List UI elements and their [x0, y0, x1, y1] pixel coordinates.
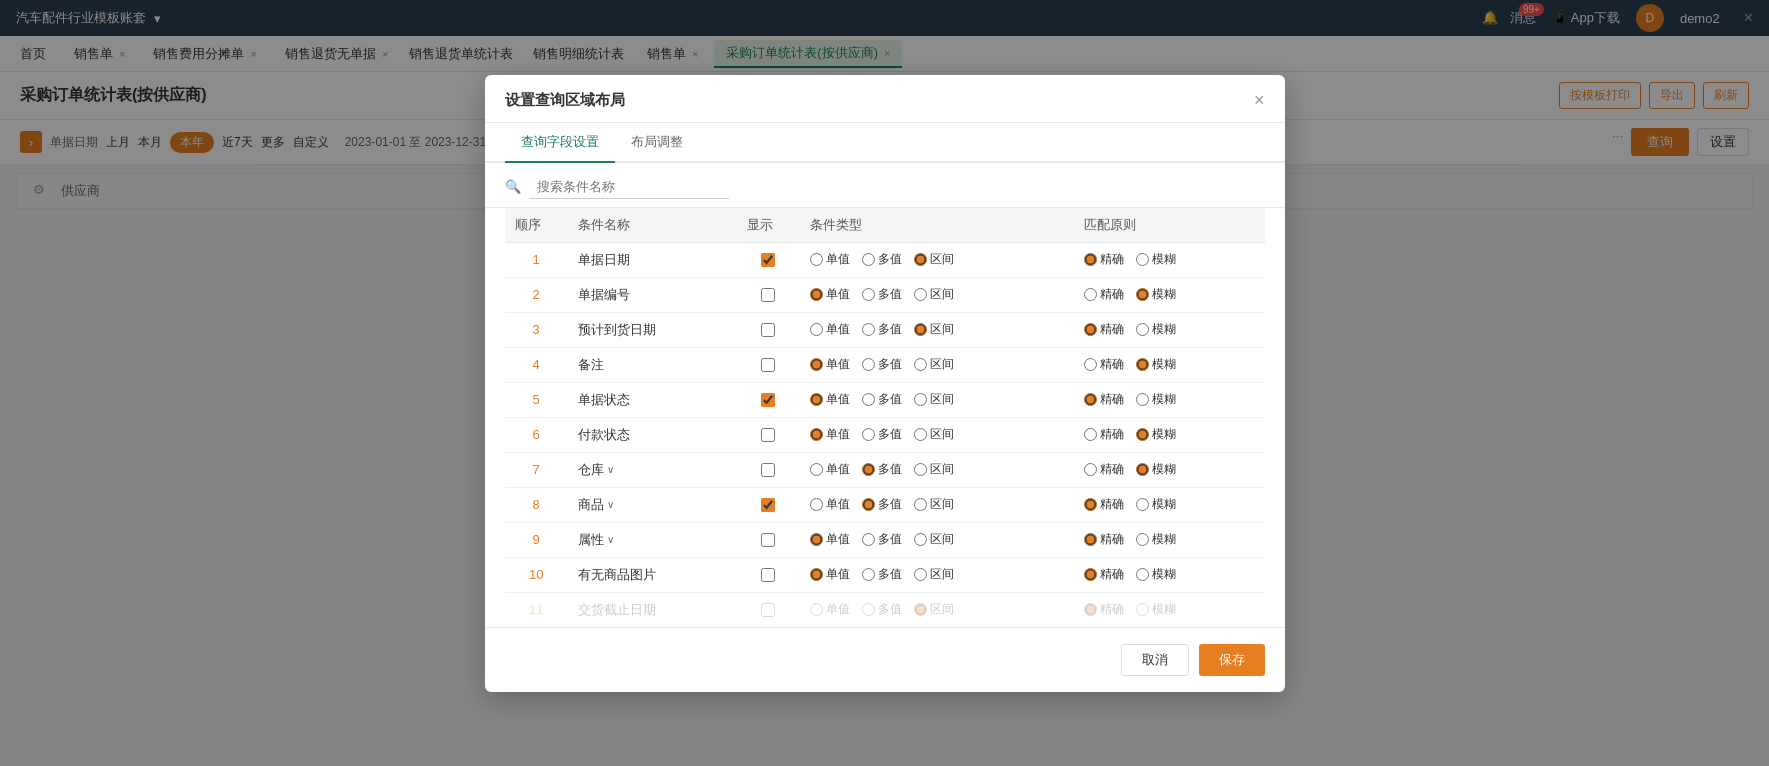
modal-overlay: 设置查询区域布局 × 查询字段设置 布局调整 🔍 顺序: [0, 0, 1769, 218]
modal-tab-query[interactable]: 查询字段设置: [505, 123, 615, 163]
search-icon: 🔍: [505, 179, 521, 194]
col-order: 顺序: [505, 208, 568, 219]
modal: 设置查询区域布局 × 查询字段设置 布局调整 🔍 顺序: [485, 75, 1285, 219]
modal-table: 顺序 条件名称 显示 条件类型 匹配原则: [485, 208, 1285, 219]
table-header-row: 顺序 条件名称 显示 条件类型 匹配原则: [505, 208, 1265, 219]
modal-tab-layout[interactable]: 布局调整: [615, 123, 699, 163]
modal-close-button[interactable]: ×: [1254, 91, 1265, 109]
modal-header: 设置查询区域布局 ×: [485, 75, 1285, 123]
modal-tab-query-label: 查询字段设置: [521, 134, 599, 149]
modal-search-area: 🔍: [485, 163, 1285, 208]
col-name: 条件名称: [568, 208, 737, 219]
search-input[interactable]: [529, 175, 729, 199]
col-principle: 匹配原则: [1074, 208, 1264, 219]
modal-title: 设置查询区域布局: [505, 91, 625, 110]
col-type: 条件类型: [800, 208, 1074, 219]
modal-tabs: 查询字段设置 布局调整: [485, 123, 1285, 163]
modal-tab-layout-label: 布局调整: [631, 134, 683, 149]
col-display: 显示: [737, 208, 800, 219]
